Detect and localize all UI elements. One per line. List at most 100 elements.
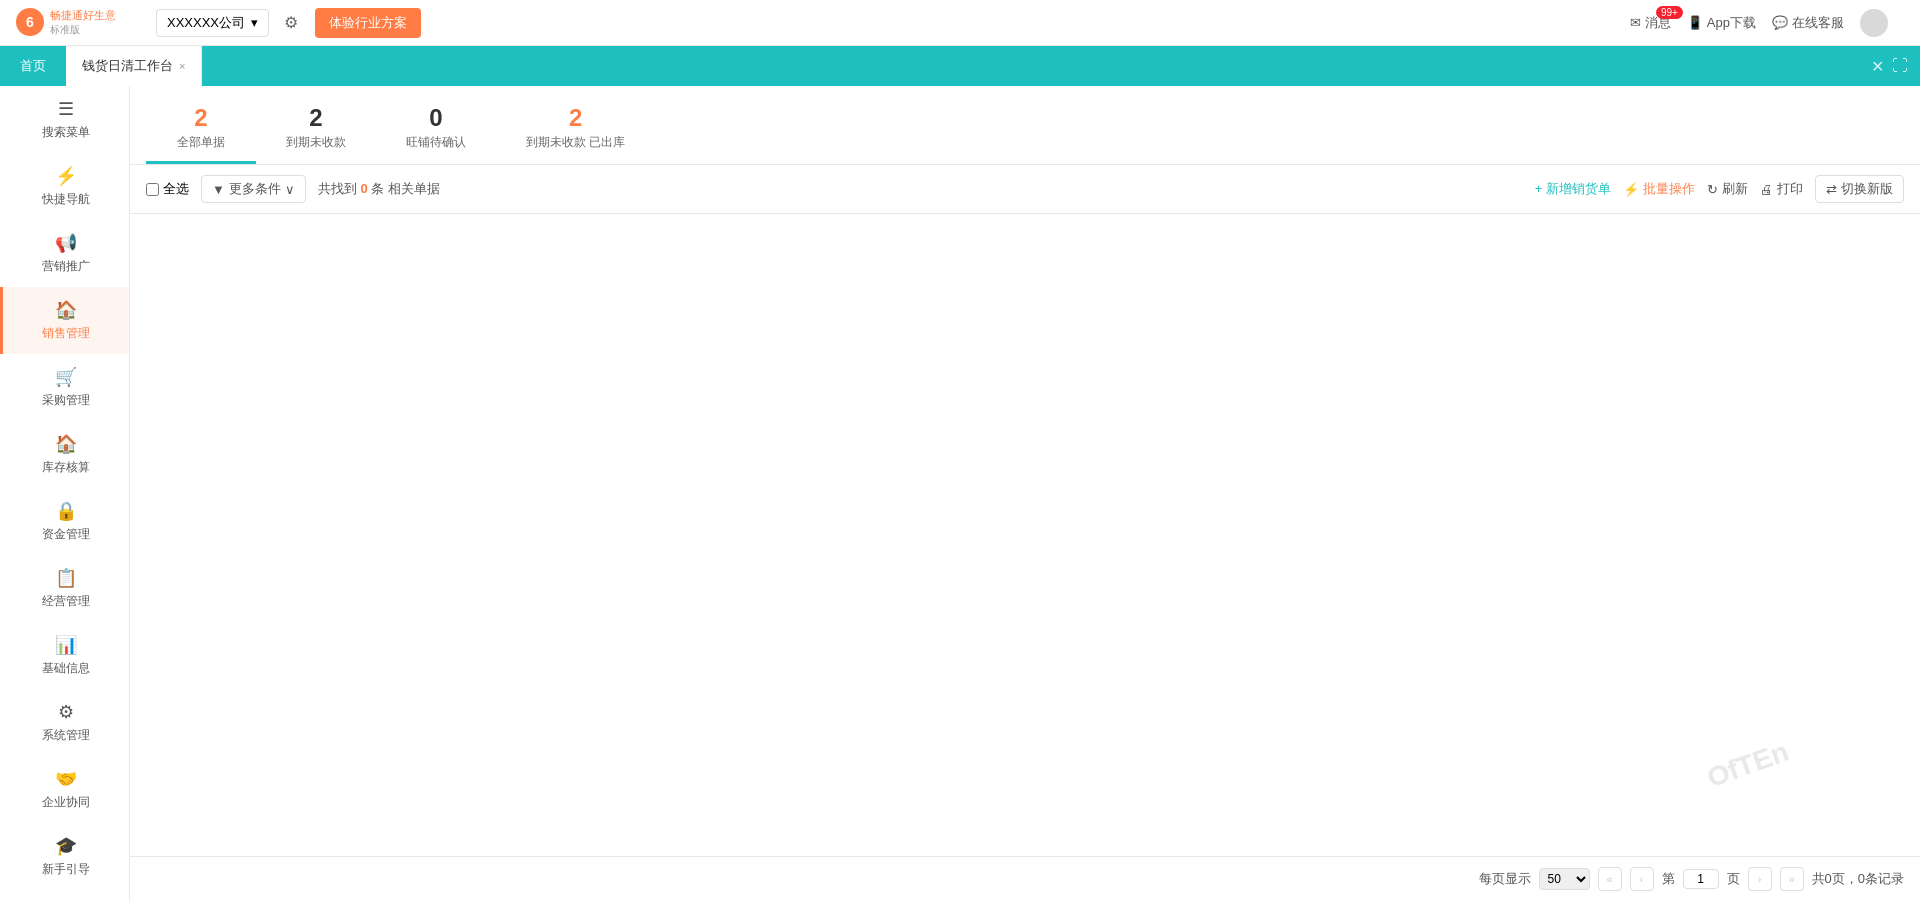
sidebar-item-cooperation[interactable]: 🤝 企业协同	[0, 756, 129, 823]
filter-button[interactable]: ▼ 更多条件 ∨	[201, 175, 306, 203]
tab-home[interactable]: 首页	[0, 46, 66, 86]
sidebar-item-label: 经营管理	[42, 593, 90, 610]
company-selector[interactable]: XXXXXX公司 ▾	[156, 9, 269, 37]
search-menu-icon: ☰	[58, 98, 74, 120]
top-header: 6 畅捷通好生意 标准版 XXXXXX公司 ▾ ⚙ 体验行业方案 ✉ 消息 99…	[0, 0, 1920, 46]
tab-close-icon[interactable]: ×	[179, 60, 185, 72]
guide-icon: 🎓	[55, 835, 77, 857]
app-download-button[interactable]: 📱 App下载	[1687, 14, 1756, 32]
sidebar-item-sales[interactable]: 🏠 销售管理	[0, 287, 129, 354]
page-suffix: 页	[1727, 870, 1740, 888]
found-suffix: 条 相关单据	[371, 181, 440, 196]
sidebar-item-label: 库存核算	[42, 459, 90, 476]
main-layout: ☰ 搜索菜单 ⚡ 快捷导航 📢 营销推广 🏠 销售管理 🛒 采购管理 🏠 库存核…	[0, 86, 1920, 901]
content-area: 2 全部单据 2 到期未收款 0 旺铺待确认 2 到期未收款 已出库 全选	[130, 86, 1920, 901]
header-right: ✉ 消息 99+ 📱 App下载 💬 在线客服	[1630, 9, 1904, 37]
trial-button[interactable]: 体验行业方案	[315, 8, 421, 38]
message-button[interactable]: ✉ 消息 99+	[1630, 14, 1671, 32]
tab-current[interactable]: 钱货日清工作台 ×	[66, 46, 202, 86]
filter-label: 更多条件	[229, 180, 281, 198]
next-page-button[interactable]: ›	[1748, 867, 1772, 891]
stat-count-overdue: 2	[309, 104, 322, 132]
add-label: + 新增销货单	[1535, 180, 1611, 198]
page-label: 第	[1662, 870, 1675, 888]
stat-label-all: 全部单据	[177, 134, 225, 151]
select-all-input[interactable]	[146, 183, 159, 196]
add-order-button[interactable]: + 新增销货单	[1531, 180, 1611, 198]
tab-bar: 首页 钱货日清工作台 × ✕ ⛶	[0, 46, 1920, 86]
purchase-icon: 🛒	[55, 366, 77, 388]
last-page-button[interactable]: »	[1780, 867, 1804, 891]
found-prefix: 共找到	[318, 181, 357, 196]
batch-operation-button[interactable]: ⚡ 批量操作	[1623, 180, 1695, 198]
stat-label-pending: 旺铺待确认	[406, 134, 466, 151]
stat-tab-all[interactable]: 2 全部单据	[146, 96, 256, 164]
stat-count-all: 2	[194, 104, 207, 132]
sidebar-item-label: 采购管理	[42, 392, 90, 409]
sidebar-item-label: 基础信息	[42, 660, 90, 677]
stats-tabs: 2 全部单据 2 到期未收款 0 旺铺待确认 2 到期未收款 已出库	[130, 86, 1920, 165]
stat-label-overdue: 到期未收款	[286, 134, 346, 151]
found-text: 共找到 0 条 相关单据	[318, 180, 440, 198]
inventory-icon: 🏠	[55, 433, 77, 455]
switch-label: 切换新版	[1841, 180, 1893, 198]
sidebar-item-system[interactable]: ⚙ 系统管理	[0, 689, 129, 756]
company-name: XXXXXX公司	[167, 14, 245, 32]
print-button[interactable]: 🖨 打印	[1760, 180, 1803, 198]
chevron-down-icon: ▾	[251, 15, 258, 30]
switch-version-button[interactable]: ⇄ 切换新版	[1815, 175, 1904, 203]
operations-icon: 📋	[55, 567, 77, 589]
toolbar: 全选 ▼ 更多条件 ∨ 共找到 0 条 相关单据 + 新增销货单 ⚡ 批量操作	[130, 165, 1920, 214]
sidebar-item-guide[interactable]: 🎓 新手引导	[0, 823, 129, 890]
sidebar-item-app-center[interactable]: 📦 应用中心	[0, 890, 129, 901]
sidebar-item-label: 销售管理	[42, 325, 90, 342]
select-all-label: 全选	[163, 180, 189, 198]
online-service-label: 在线客服	[1792, 14, 1844, 32]
found-count: 0	[361, 181, 368, 196]
sidebar-item-quick-nav[interactable]: ⚡ 快捷导航	[0, 153, 129, 220]
sidebar-item-basic-info[interactable]: 📊 基础信息	[0, 622, 129, 689]
online-service-button[interactable]: 💬 在线客服	[1772, 14, 1844, 32]
message-icon: ✉	[1630, 15, 1641, 30]
stat-count-pending: 0	[429, 104, 442, 132]
logo-icon: 6	[16, 8, 44, 36]
switch-icon: ⇄	[1826, 182, 1837, 197]
print-icon: 🖨	[1760, 182, 1773, 197]
logo-area: 6 畅捷通好生意 标准版	[16, 8, 146, 36]
first-page-button[interactable]: «	[1598, 867, 1622, 891]
table-area	[130, 214, 1920, 856]
sidebar-item-operations[interactable]: 📋 经营管理	[0, 555, 129, 622]
tab-bar-right: ✕ ⛶	[1871, 57, 1920, 76]
sales-icon: 🏠	[55, 299, 77, 321]
stat-tab-overdue[interactable]: 2 到期未收款	[256, 96, 376, 164]
sidebar-item-search-menu[interactable]: ☰ 搜索菜单	[0, 86, 129, 153]
finance-icon: 🔒	[55, 500, 77, 522]
sidebar-item-label: 系统管理	[42, 727, 90, 744]
stat-tab-pending[interactable]: 0 旺铺待确认	[376, 96, 496, 164]
sidebar-item-label: 搜索菜单	[42, 124, 90, 141]
refresh-label: 刷新	[1722, 180, 1748, 198]
sidebar-item-label: 企业协同	[42, 794, 90, 811]
tab-minimize-icon[interactable]: ✕	[1871, 57, 1884, 76]
select-all-checkbox[interactable]: 全选	[146, 180, 189, 198]
app-download-label: App下载	[1707, 14, 1756, 32]
avatar[interactable]	[1860, 9, 1888, 37]
stat-tab-overdue-shipped[interactable]: 2 到期未收款 已出库	[496, 96, 655, 164]
download-icon: 📱	[1687, 15, 1703, 30]
logo-sub: 标准版	[50, 23, 116, 37]
settings-button[interactable]: ⚙	[277, 9, 305, 37]
sidebar-item-marketing[interactable]: 📢 营销推广	[0, 220, 129, 287]
page-input[interactable]	[1683, 869, 1719, 889]
sidebar-item-label: 营销推广	[42, 258, 90, 275]
refresh-button[interactable]: ↻ 刷新	[1707, 180, 1748, 198]
sidebar-item-label: 新手引导	[42, 861, 90, 878]
per-page-select[interactable]: 50 100 200	[1539, 868, 1590, 890]
prev-page-button[interactable]: ‹	[1630, 867, 1654, 891]
filter-icon: ▼	[212, 182, 225, 197]
sidebar-item-label: 快捷导航	[42, 191, 90, 208]
stat-count-overdue-shipped: 2	[569, 104, 582, 132]
sidebar-item-purchase[interactable]: 🛒 采购管理	[0, 354, 129, 421]
sidebar-item-inventory[interactable]: 🏠 库存核算	[0, 421, 129, 488]
tab-expand-icon[interactable]: ⛶	[1892, 57, 1908, 75]
sidebar-item-finance[interactable]: 🔒 资金管理	[0, 488, 129, 555]
